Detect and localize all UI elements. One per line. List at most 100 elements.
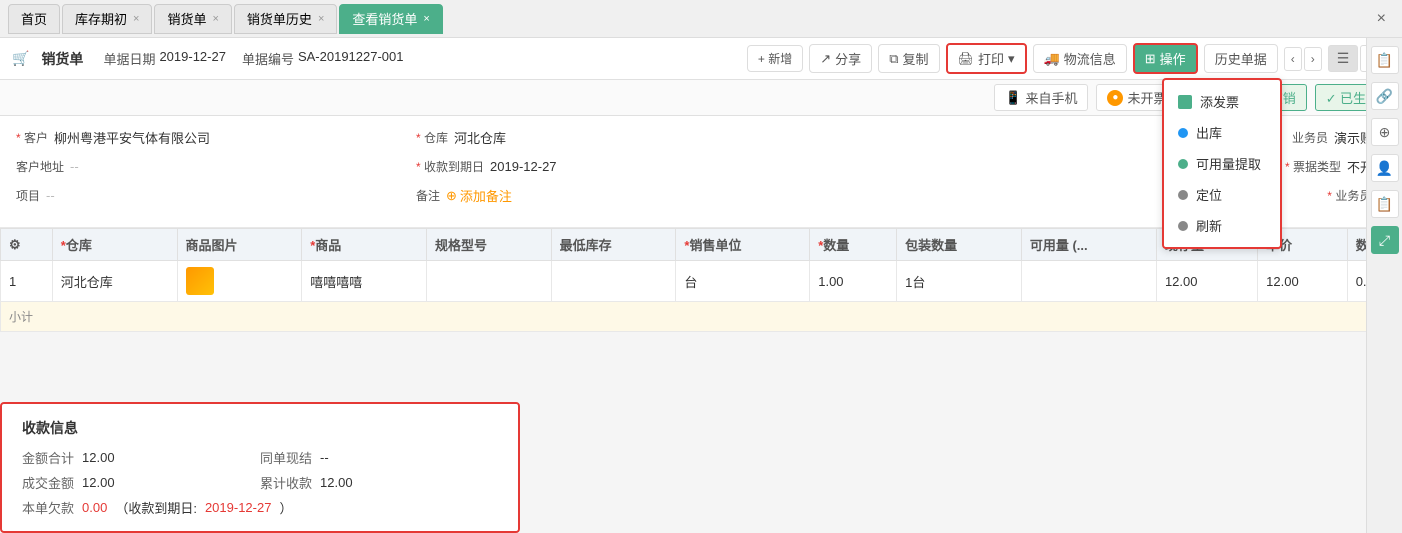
accumulated-value: 12.00 xyxy=(320,475,353,490)
address-field: 客户地址 -- xyxy=(16,158,416,175)
summary-title: 收款信息 xyxy=(22,418,498,438)
nav-arrows: ‹ › xyxy=(1284,47,1322,71)
right-tool-5[interactable]: 📋 xyxy=(1371,190,1399,218)
add-note-button[interactable]: ⊕ 添加备注 xyxy=(446,186,512,205)
col-spec: 规格型号 xyxy=(426,229,551,261)
expand-button[interactable]: ⤢ xyxy=(1371,226,1399,254)
customer-field: 客户 柳州粤港平安气体有限公司 xyxy=(16,128,416,147)
list-view-button[interactable]: ☰ xyxy=(1328,45,1359,72)
warehouse-field: 仓库 河北仓库 xyxy=(416,128,816,147)
summary-grid: 金额合计 12.00 同单现结 -- 成交金额 12.00 累计收款 12.00… xyxy=(22,448,498,517)
add-invoice-item[interactable]: 添发票 xyxy=(1164,86,1280,117)
tab-sales-order[interactable]: 销货单 × xyxy=(154,4,231,34)
window-close-button[interactable]: × xyxy=(1369,6,1394,32)
invoice-icon xyxy=(1178,95,1192,109)
tab-inventory-init[interactable]: 库存期初 × xyxy=(62,4,152,34)
col-available: 可用量 (... xyxy=(1021,229,1156,261)
product-image xyxy=(186,267,214,295)
operations-button[interactable]: ⊞ 操作 xyxy=(1133,43,1198,74)
staff2-label: 业务员 xyxy=(1327,187,1371,204)
col-qty: *数量 xyxy=(810,229,897,261)
print-button[interactable]: 🖨 打印 ▾ xyxy=(946,43,1027,74)
transaction-item: 成交金额 12.00 xyxy=(22,473,260,492)
due-date-value: 2019-12-27 xyxy=(205,500,272,515)
warehouse-value: 河北仓库 xyxy=(454,128,506,147)
project-field: 项目 -- xyxy=(16,187,296,204)
col-warehouse: *仓库 xyxy=(52,229,177,261)
right-tool-4[interactable]: 👤 xyxy=(1371,154,1399,182)
ticket-label: 票据类型 xyxy=(1285,158,1341,175)
tab-bar: 首页 库存期初 × 销货单 × 销货单历史 × 查看销货单 × × xyxy=(0,0,1402,38)
header-bar: 🛒 销货单 单据日期 2019-12-27 单据编号 SA-20191227-0… xyxy=(0,38,1402,80)
tab-view-sales[interactable]: 查看销货单 × xyxy=(339,4,442,34)
row-warehouse: 河北仓库 xyxy=(52,261,177,302)
col-product: *商品 xyxy=(302,229,427,261)
row-price: 12.00 xyxy=(1258,261,1348,302)
due-date-suffix: ） xyxy=(279,498,292,517)
share-icon: ↗ xyxy=(820,51,831,67)
col-gear[interactable]: ⚙ xyxy=(1,229,53,261)
project-value: -- xyxy=(46,188,55,203)
warehouse-label: 仓库 xyxy=(416,129,448,146)
right-tool-2[interactable]: 🔗 xyxy=(1371,82,1399,110)
share-button[interactable]: ↗ 分享 xyxy=(809,44,872,73)
row-min-stock xyxy=(551,261,676,302)
tab-home[interactable]: 首页 xyxy=(8,4,60,34)
refresh-item[interactable]: 刷新 xyxy=(1164,210,1280,241)
close-tab-view[interactable]: × xyxy=(423,13,429,25)
close-tab-sales[interactable]: × xyxy=(212,13,218,25)
outbound-item[interactable]: 出库 xyxy=(1164,117,1280,148)
row-product: 嘻嘻嘻嘻 xyxy=(302,261,427,302)
row-unit: 台 xyxy=(676,261,810,302)
badge-orange: ● xyxy=(1107,90,1123,106)
address-value: -- xyxy=(70,159,79,174)
gear-icon: ⚙ xyxy=(9,237,21,252)
locate-icon xyxy=(1178,190,1188,200)
refresh-icon xyxy=(1178,221,1188,231)
plus-icon: ⊕ xyxy=(446,188,457,204)
transaction-label: 成交金额 xyxy=(22,473,74,492)
payment-due-label: 收款到期日 xyxy=(416,158,484,175)
col-image: 商品图片 xyxy=(177,229,302,261)
print-dropdown-arrow: ▾ xyxy=(1008,51,1015,67)
page-title: 销货单 xyxy=(41,49,83,69)
same-order-label: 同单现结 xyxy=(260,448,312,467)
row-current: 12.00 xyxy=(1156,261,1257,302)
same-order-value: -- xyxy=(320,450,329,465)
row-image xyxy=(177,261,302,302)
transaction-value: 12.00 xyxy=(82,475,115,490)
payment-due-field: 收款到期日 2019-12-27 xyxy=(416,158,816,175)
accumulated-item: 累计收款 12.00 xyxy=(260,473,498,492)
logistics-button[interactable]: 🚚 物流信息 xyxy=(1033,44,1127,73)
right-tool-3[interactable]: ⊕ xyxy=(1371,118,1399,146)
header-meta: 单据日期 2019-12-27 单据编号 SA-20191227-001 xyxy=(103,49,403,68)
note-field: 备注 ⊕ 添加备注 xyxy=(416,186,696,205)
from-mobile-button[interactable]: 📱 来自手机 xyxy=(994,84,1088,111)
grid-icon: ⊞ xyxy=(1145,51,1156,67)
history-button[interactable]: 历史单据 xyxy=(1204,44,1278,73)
new-button[interactable]: + 新增 xyxy=(747,45,803,72)
subtotal-row: 小计 xyxy=(1,302,1402,332)
sales-icon: 🛒 xyxy=(12,50,29,67)
available-extract-item[interactable]: 可用量提取 xyxy=(1164,148,1280,179)
check-circle-icon2: ✓ xyxy=(1326,91,1337,106)
close-tab-inventory[interactable]: × xyxy=(133,13,139,25)
close-tab-history[interactable]: × xyxy=(318,13,324,25)
address-label: 客户地址 xyxy=(16,158,64,175)
right-toolbar: 📋 🔗 ⊕ 👤 📋 ⤢ xyxy=(1366,38,1402,533)
tab-sales-history[interactable]: 销货单历史 × xyxy=(234,4,337,34)
due-date-label: （收款到期日: xyxy=(115,498,197,517)
row-index: 1 xyxy=(1,261,53,302)
prev-button[interactable]: ‹ xyxy=(1284,47,1302,71)
copy-button[interactable]: ⧉ 复制 xyxy=(878,44,939,73)
col-pack-qty: 包装数量 xyxy=(897,229,1022,261)
number-label: 单据编号 SA-20191227-001 xyxy=(242,49,404,68)
row-spec xyxy=(426,261,551,302)
current-due-label: 本单欠款 xyxy=(22,498,74,517)
next-button[interactable]: › xyxy=(1304,47,1322,71)
header-actions: + 新增 ↗ 分享 ⧉ 复制 🖨 打印 ▾ 🚚 物流信息 ⊞ 操作 历史单据 ‹… xyxy=(747,43,1390,74)
right-tool-1[interactable]: 📋 xyxy=(1371,46,1399,74)
outbound-icon xyxy=(1178,128,1188,138)
locate-item[interactable]: 定位 xyxy=(1164,179,1280,210)
operations-dropdown: 添发票 出库 可用量提取 定位 刷新 xyxy=(1162,78,1282,249)
